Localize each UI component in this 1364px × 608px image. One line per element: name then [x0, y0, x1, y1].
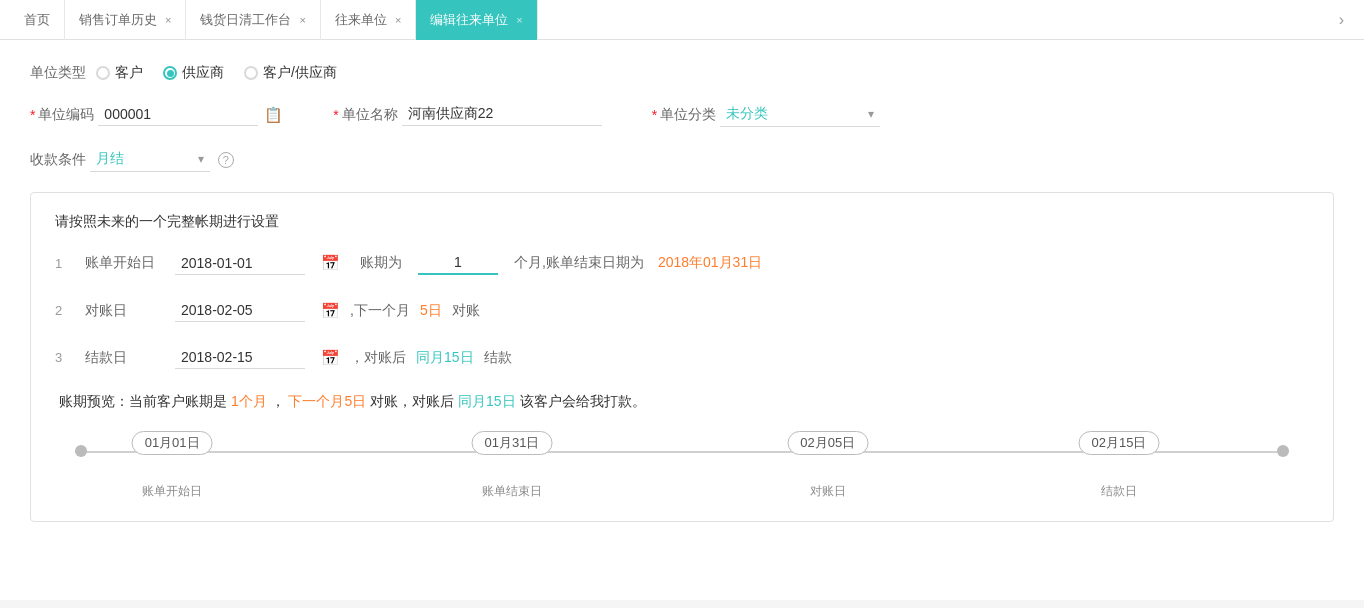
section-title: 请按照未来的一个完整帐期进行设置: [55, 213, 1309, 231]
timeline-node-4-label: 02月15日: [1079, 431, 1160, 455]
timeline-node-1: 01月01日 账单开始日: [132, 431, 213, 500]
payment-terms-help-icon[interactable]: ?: [218, 152, 234, 168]
tab-sales-history[interactable]: 销售订单历史 ×: [65, 0, 186, 40]
unit-type-row: 单位类型 客户 供应商 客户/供应商: [30, 64, 1334, 82]
payment-terms-select[interactable]: 月结 ▾: [90, 147, 210, 172]
row3-label: 结款日: [85, 349, 165, 367]
tab-edit-partner[interactable]: 编辑往来单位 ×: [416, 0, 537, 40]
radio-group-unit-type: 客户 供应商 客户/供应商: [96, 64, 337, 82]
code-name-category-row: * 单位编码 📋 * 单位名称 * 单位分类 未分类 ▾: [30, 102, 1334, 127]
unit-category-label: 单位分类: [660, 106, 716, 124]
payment-terms-value: 月结: [96, 150, 190, 168]
timeline-node-2: 01月31日 账单结束日: [472, 431, 553, 500]
unit-code-group: * 单位编码 📋: [30, 103, 283, 126]
main-content: 单位类型 客户 供应商 客户/供应商 * 单位编码 📋 *: [0, 40, 1364, 600]
payment-terms-arrow: ▾: [198, 152, 204, 166]
setting-row-2: 2 对账日 📅 ,下一个月 5日 对账: [55, 299, 1309, 322]
row3-cal-icon[interactable]: 📅: [321, 349, 340, 367]
tab-cashflow[interactable]: 钱货日清工作台 ×: [186, 0, 320, 40]
tab-more-arrow[interactable]: ›: [1329, 11, 1354, 29]
radio-supplier-circle: [163, 66, 177, 80]
tab-close-cashflow[interactable]: ×: [299, 14, 305, 26]
row1-cal-icon[interactable]: 📅: [321, 254, 340, 272]
unit-name-label: 单位名称: [342, 106, 398, 124]
unit-category-star: *: [652, 107, 657, 123]
payment-terms-label: 收款条件: [30, 151, 86, 169]
row3-desc-prefix: ，对账后: [350, 349, 406, 367]
row3-num: 3: [55, 350, 75, 365]
tab-close-sales-history[interactable]: ×: [165, 14, 171, 26]
unit-category-arrow: ▾: [868, 107, 874, 121]
preview-part2: 下一个月5日: [288, 393, 366, 409]
radio-both[interactable]: 客户/供应商: [244, 64, 337, 82]
tab-close-edit-partner[interactable]: ×: [516, 14, 522, 26]
preview-part1: 1个月: [231, 393, 267, 409]
row2-desc-highlight: 5日: [420, 302, 442, 320]
timeline-right-dot: [1277, 445, 1289, 457]
preview-prefix: 账期预览：当前客户账期是: [59, 393, 227, 409]
row2-num: 2: [55, 303, 75, 318]
timeline: 01月01日 账单开始日 01月31日 账单结束日 02月05日 对账日 02月…: [75, 431, 1289, 501]
setting-row-3: 3 结款日 📅 ，对账后 同月15日 结款: [55, 346, 1309, 369]
timeline-node-1-sub: 账单开始日: [142, 483, 202, 500]
timeline-node-3-sub: 对账日: [810, 483, 846, 500]
radio-both-circle: [244, 66, 258, 80]
unit-category-select[interactable]: 未分类 ▾: [720, 102, 880, 127]
timeline-node-1-label: 01月01日: [132, 431, 213, 455]
row3-desc-highlight: 同月15日: [416, 349, 474, 367]
preview-suffix: 该客户会给我打款。: [520, 393, 646, 409]
row2-cal-icon[interactable]: 📅: [321, 302, 340, 320]
row2-desc-prefix: ,下一个月: [350, 302, 410, 320]
unit-category-group: * 单位分类 未分类 ▾: [652, 102, 880, 127]
tab-home[interactable]: 首页: [10, 0, 65, 40]
row1-period-label: 账期为: [360, 254, 402, 272]
preview-mid2: 对账，对账后: [370, 393, 454, 409]
row1-num: 1: [55, 256, 75, 271]
timeline-node-2-label: 01月31日: [472, 431, 553, 455]
timeline-node-4: 02月15日 结款日: [1079, 431, 1160, 500]
tabs-bar: 首页 销售订单历史 × 钱货日清工作台 × 往来单位 × 编辑往来单位 × ›: [0, 0, 1364, 40]
row3-desc-suffix: 结款: [484, 349, 512, 367]
setting-row-1: 1 账单开始日 📅 账期为 个月,账单结束日期为 2018年01月31日: [55, 251, 1309, 275]
row1-label: 账单开始日: [85, 254, 165, 272]
row1-period-suffix: 个月,账单结束日期为: [514, 254, 644, 272]
tab-close-partner[interactable]: ×: [395, 14, 401, 26]
timeline-node-2-sub: 账单结束日: [482, 483, 542, 500]
timeline-node-4-sub: 结款日: [1101, 483, 1137, 500]
timeline-node-3-label: 02月05日: [787, 431, 868, 455]
unit-name-star: *: [333, 107, 338, 123]
row1-period-input[interactable]: [418, 251, 498, 275]
timeline-node-3: 02月05日 对账日: [787, 431, 868, 500]
row1-period-date: 2018年01月31日: [658, 254, 762, 272]
preview-text: 账期预览：当前客户账期是 1个月 ， 下一个月5日 对账，对账后 同月15日 该…: [55, 393, 1309, 411]
row2-label: 对账日: [85, 302, 165, 320]
unit-name-input[interactable]: [402, 103, 602, 126]
timeline-left-dot: [75, 445, 87, 457]
unit-category-value: 未分类: [726, 105, 860, 123]
row1-date-input[interactable]: [175, 252, 305, 275]
row3-date-input[interactable]: [175, 346, 305, 369]
radio-customer-circle: [96, 66, 110, 80]
unit-code-icon[interactable]: 📋: [264, 106, 283, 124]
row2-desc-suffix: 对账: [452, 302, 480, 320]
unit-code-label: 单位编码: [38, 106, 94, 124]
tab-partner[interactable]: 往来单位 ×: [321, 0, 416, 40]
unit-code-input[interactable]: [98, 103, 258, 126]
preview-part3: 同月15日: [458, 393, 516, 409]
unit-name-group: * 单位名称: [333, 103, 601, 126]
unit-type-label: 单位类型: [30, 64, 86, 82]
preview-mid1: ，: [271, 393, 285, 409]
radio-customer[interactable]: 客户: [96, 64, 143, 82]
row2-date-input[interactable]: [175, 299, 305, 322]
radio-supplier[interactable]: 供应商: [163, 64, 224, 82]
unit-code-star: *: [30, 107, 35, 123]
period-setting-section: 请按照未来的一个完整帐期进行设置 1 账单开始日 📅 账期为 个月,账单结束日期…: [30, 192, 1334, 522]
payment-terms-row: 收款条件 月结 ▾ ?: [30, 147, 1334, 172]
